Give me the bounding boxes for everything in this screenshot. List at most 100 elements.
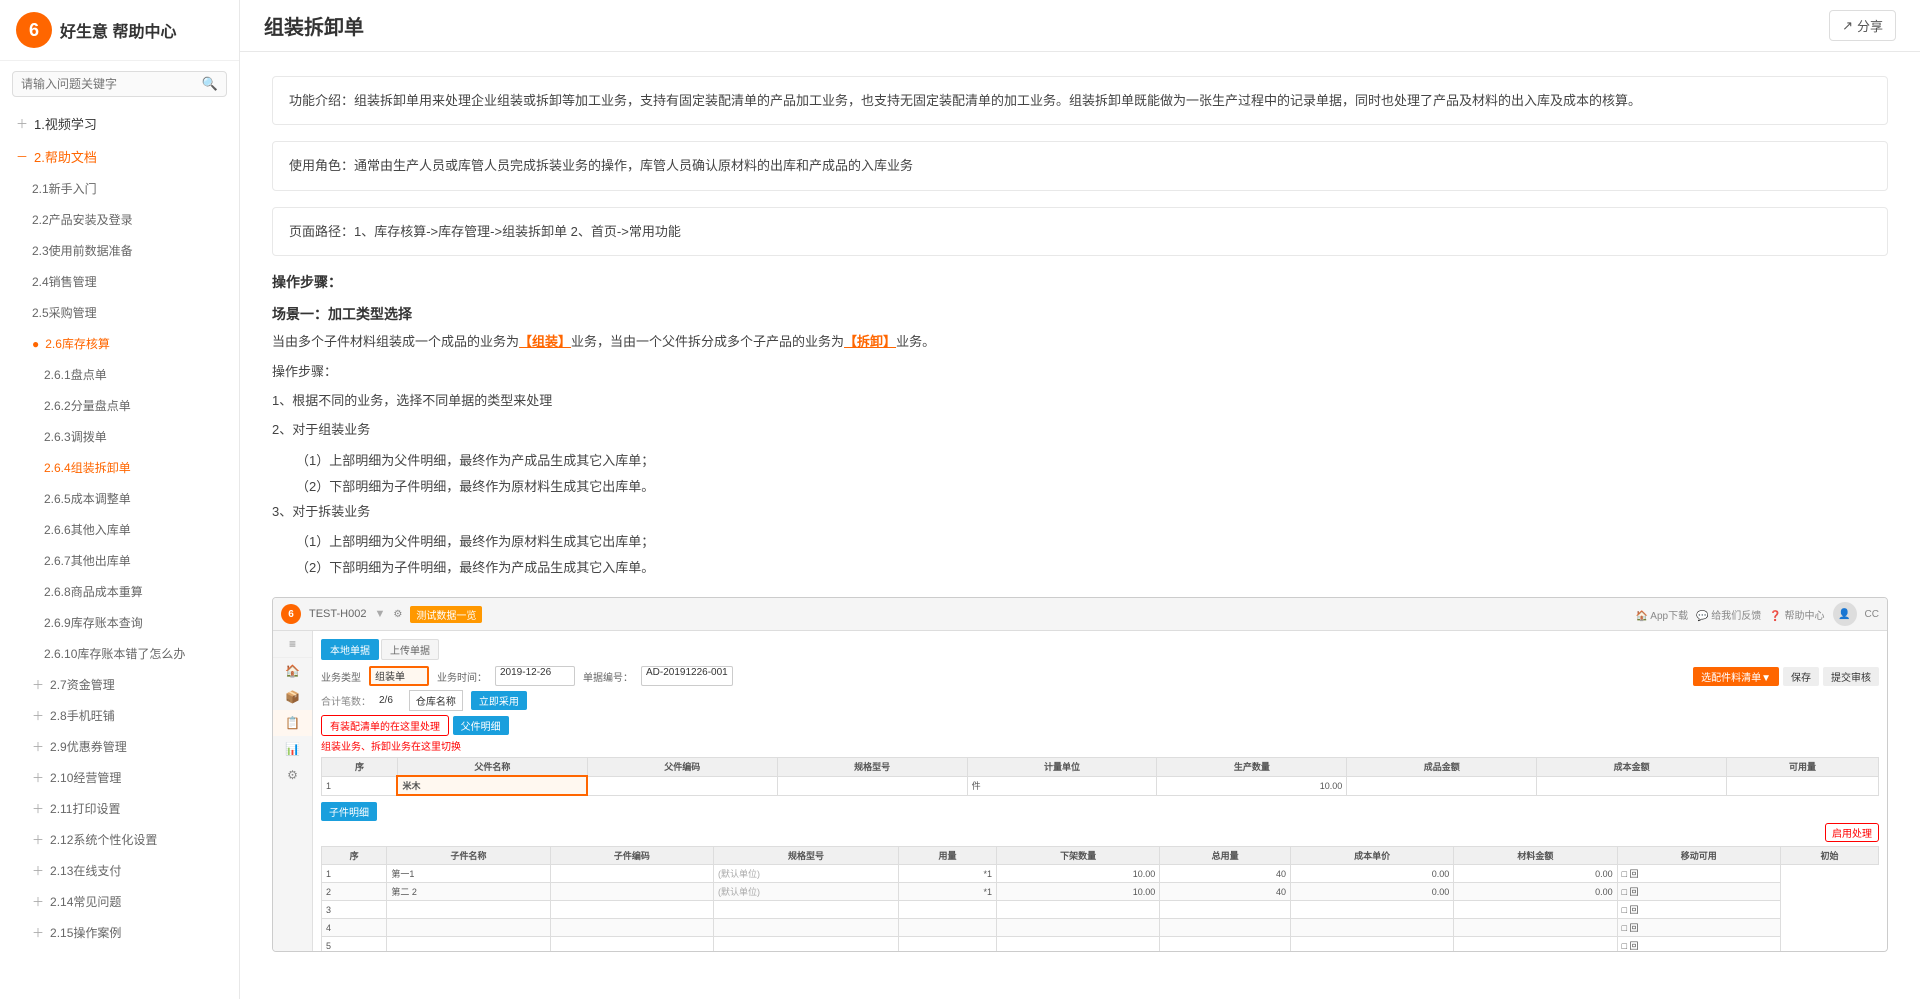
mock-upper-table: 序父件名称父件编码规格型号计量单位生产数量成品金额成本金额可用量 1 米木 件 … xyxy=(321,757,1879,796)
step3-sub2: （2）下部明细为子件明细，最终作为产成品生成其它入库单。 xyxy=(296,555,1888,581)
active-indicator: ● xyxy=(32,337,39,351)
screenshot-container: 6 TEST-H002 ▼ ⚙ 测试数据一览 🏠 App下载 💬 给我们反馈 ❓… xyxy=(272,597,1888,952)
mock-test-id: TEST-H002 xyxy=(309,608,366,620)
step2-subs: （1）上部明细为父件明细，最终作为产成品生成其它入库单； （2）下部明细为子件明… xyxy=(296,448,1888,500)
share-icon: ↗ xyxy=(1842,18,1853,34)
step3: 3、对于拆装业务 xyxy=(272,500,1888,523)
plus-icon: ＋ xyxy=(32,738,44,755)
mock-date-value: 2019-12-26 xyxy=(495,666,575,686)
expand-icon: ＋ xyxy=(16,115,28,132)
sidebar-header: 6 好生意 帮助中心 xyxy=(0,0,239,61)
step2: 2、对于组装业务 xyxy=(272,418,1888,441)
nav-item-docs[interactable]: － 2.帮助文档 xyxy=(0,140,239,173)
annotation-bom: 有装配清单的在这里处理 xyxy=(321,715,449,736)
nav-item-mobile[interactable]: ＋ 2.8手机旺铺 xyxy=(0,700,239,731)
path-block: 页面路径：1、库存核算->库存管理->组装拆卸单 2、首页->常用功能 xyxy=(272,207,1888,256)
mock-form-row: 业务类型 组装单 业务时间： 2019-12-26 单据编号： AD-20191… xyxy=(321,666,1879,686)
app-title: 好生意 帮助中心 xyxy=(60,18,176,42)
step3-subs: （1）上部明细为父件明细，最终作为原材料生成其它出库单； （2）下部明细为子件明… xyxy=(296,529,1888,581)
nav-item-inventory[interactable]: ● 2.6库存核算 xyxy=(0,328,239,359)
search-input[interactable] xyxy=(21,77,202,91)
app-logo: 6 xyxy=(16,12,52,48)
nav-item-cases[interactable]: ＋ 2.15操作案例 xyxy=(0,917,239,948)
mock-date-label: 业务时间： xyxy=(437,669,487,684)
mock-num-label: 单据编号： xyxy=(583,669,633,684)
nav-item-cost-recalc[interactable]: 2.6.8商品成本重算 xyxy=(0,576,239,607)
mock-tabs: 本地单据 上传单据 xyxy=(321,639,1879,660)
main-panel: 组装拆卸单 ↗ 分享 功能介绍：组装拆卸单用来处理企业组装或拆卸等加工业务，支持… xyxy=(240,0,1920,999)
step1: 1、根据不同的业务，选择不同单据的类型来处理 xyxy=(272,389,1888,412)
plus-icon: ＋ xyxy=(32,893,44,910)
mock-type-label: 业务类型 xyxy=(321,669,361,684)
plus-icon: ＋ xyxy=(32,862,44,879)
nav-item-customize[interactable]: ＋ 2.12系统个性化设置 xyxy=(0,824,239,855)
share-button[interactable]: ↗ 分享 xyxy=(1829,10,1896,41)
nav-item-videos[interactable]: ＋ 1.视频学习 xyxy=(0,107,239,140)
mock-save-btn: 保存 xyxy=(1783,667,1819,686)
mock-tab-upload: 上传单据 xyxy=(381,639,439,660)
plus-icon: ＋ xyxy=(32,831,44,848)
nav-item-ledger-fix[interactable]: 2.6.10库存账本错了怎么办 xyxy=(0,638,239,669)
mock-count-row: 合计笔数： 2/6 仓库名称 立即采用 xyxy=(321,690,1879,711)
mock-tab-local: 本地单据 xyxy=(321,639,379,660)
nav-item-transfer[interactable]: 2.6.3调拨单 xyxy=(0,421,239,452)
plus-icon: ＋ xyxy=(32,924,44,941)
mock-logo: 6 xyxy=(281,604,301,624)
nav-item-print[interactable]: ＋ 2.11打印设置 xyxy=(0,793,239,824)
page-title: 组装拆卸单 xyxy=(264,11,364,40)
scene1-desc: 当由多个子件材料组装成一个成品的业务为【组装】业务，当由一个父件拆分成多个子产品… xyxy=(272,330,1888,353)
annotation-enable: 启用处理 xyxy=(1825,823,1879,842)
mock-num-value: AD-20191226-001 xyxy=(641,666,733,686)
content-area: 功能介绍：组装拆卸单用来处理企业组装或拆卸等加工业务，支持有固定装配清单的产品加… xyxy=(240,52,1920,999)
mock-warehouse-input: 仓库名称 xyxy=(409,690,463,711)
mock-apply-btn: 立即采用 xyxy=(471,691,527,710)
nav-item-faq[interactable]: ＋ 2.14常见问题 xyxy=(0,886,239,917)
topbar: 组装拆卸单 ↗ 分享 xyxy=(240,0,1920,52)
nav-item-other-in[interactable]: 2.6.6其他入库单 xyxy=(0,514,239,545)
nav-item-operations[interactable]: ＋ 2.10经营管理 xyxy=(0,762,239,793)
mock-help-link: ❓ 帮助中心 xyxy=(1769,607,1824,622)
mock-content: ≡ 🏠 📦 📋 📊 ⚙ 本地单据 上传单据 xyxy=(273,631,1887,951)
sidebar: 6 好生意 帮助中心 🔍 ＋ 1.视频学习 － 2.帮助文档 2.1新手入门 2… xyxy=(0,0,240,999)
plus-icon: ＋ xyxy=(32,800,44,817)
steps-label: 操作步骤： xyxy=(272,360,1888,383)
nav-item-coupon[interactable]: ＋ 2.9优惠券管理 xyxy=(0,731,239,762)
plus-icon: ＋ xyxy=(32,769,44,786)
mock-sidebar: ≡ 🏠 📦 📋 📊 ⚙ xyxy=(273,631,313,951)
mock-appstore-link: 🏠 App下载 xyxy=(1636,607,1688,622)
nav-item-finance[interactable]: ＋ 2.7资金管理 xyxy=(0,669,239,700)
mock-bom-btn: 选配件料清单▼ xyxy=(1693,667,1779,686)
mock-upper-header: 父件明细 xyxy=(453,716,509,735)
mock-feedback-link: 💬 给我们反馈 xyxy=(1696,607,1761,622)
mock-test-badge: 测试数据一览 xyxy=(410,606,482,623)
search-icon: 🔍 xyxy=(202,76,218,92)
mock-submit-btn: 提交审核 xyxy=(1823,667,1879,686)
nav-item-install[interactable]: 2.2产品安装及登录 xyxy=(0,204,239,235)
screenshot-inner: 6 TEST-H002 ▼ ⚙ 测试数据一览 🏠 App下载 💬 给我们反馈 ❓… xyxy=(273,598,1887,951)
nav-item-assembly[interactable]: 2.6.4组装拆卸单 xyxy=(0,452,239,483)
intro-block: 功能介绍：组装拆卸单用来处理企业组装或拆卸等加工业务，支持有固定装配清单的产品加… xyxy=(272,76,1888,125)
nav-item-other-out[interactable]: 2.6.7其他出库单 xyxy=(0,545,239,576)
step3-sub1: （1）上部明细为父件明细，最终作为原材料生成其它出库单； xyxy=(296,529,1888,555)
nav-item-cost-adjust[interactable]: 2.6.5成本调整单 xyxy=(0,483,239,514)
search-bar[interactable]: 🔍 xyxy=(12,71,227,97)
nav-item-partial-stocktake[interactable]: 2.6.2分量盘点单 xyxy=(0,390,239,421)
mock-avatar: 👤 xyxy=(1833,602,1857,626)
mock-type-value: 组装单 xyxy=(369,666,429,686)
steps-heading: 操作步骤： xyxy=(272,272,1888,292)
nav-item-stocktake[interactable]: 2.6.1盘点单 xyxy=(0,359,239,390)
nav-item-newbie[interactable]: 2.1新手入门 xyxy=(0,173,239,204)
nav-item-ledger-query[interactable]: 2.6.9库存账本查询 xyxy=(0,607,239,638)
nav-item-prepare[interactable]: 2.3使用前数据准备 xyxy=(0,235,239,266)
nav-item-online-pay[interactable]: ＋ 2.13在线支付 xyxy=(0,855,239,886)
collapse-icon: － xyxy=(16,148,28,165)
mock-lower-table: 序子件名称子件编码规格型号用量下架数量总用量成本单价材料金额移动可用初始 1第一… xyxy=(321,846,1879,951)
nav-item-purchase[interactable]: 2.5采购管理 xyxy=(0,297,239,328)
step2-sub2: （2）下部明细为子件明细，最终作为原材料生成其它出库单。 xyxy=(296,474,1888,500)
plus-icon: ＋ xyxy=(32,676,44,693)
nav-tree: ＋ 1.视频学习 － 2.帮助文档 2.1新手入门 2.2产品安装及登录 2.3… xyxy=(0,107,239,999)
nav-item-sales[interactable]: 2.4销售管理 xyxy=(0,266,239,297)
role-block: 使用角色：通常由生产人员或库管人员完成拆装业务的操作，库管人员确认原材料的出库和… xyxy=(272,141,1888,190)
step2-sub1: （1）上部明细为父件明细，最终作为产成品生成其它入库单； xyxy=(296,448,1888,474)
mock-main: 本地单据 上传单据 业务类型 组装单 业务时间： 2019-12-26 单据编号… xyxy=(313,631,1887,951)
